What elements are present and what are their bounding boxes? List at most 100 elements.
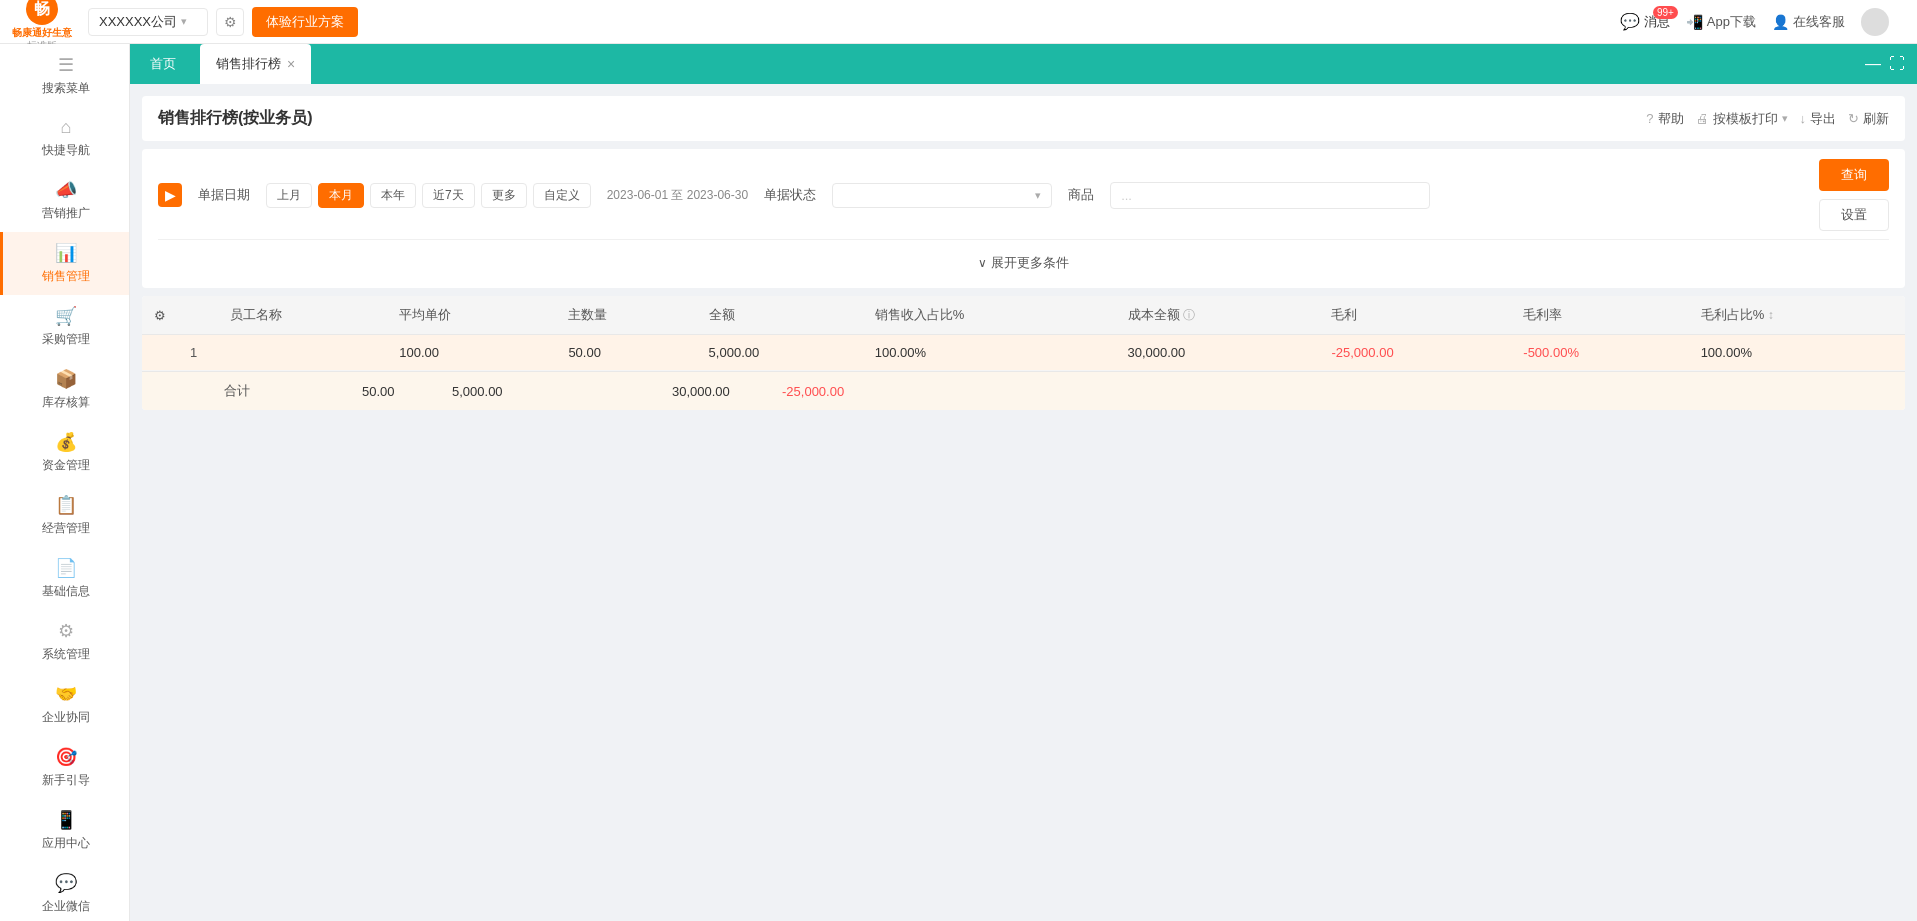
sidebar-icon-marketing: 📣 [55,179,77,201]
industry-button[interactable]: 体验行业方案 [252,7,358,37]
data-table: ⚙ 员工名称 平均单价 主数量 全额 销售收入占比% 成本全额 ⓘ 毛利 [142,296,1905,371]
message-icon: 💬 [1620,12,1640,31]
print-chevron-icon: ▾ [1782,112,1788,125]
sidebar-item-marketing[interactable]: 📣 营销推广 [0,169,129,232]
cost-info-icon[interactable]: ⓘ [1183,308,1195,322]
status-select-chevron-icon: ▾ [1035,189,1041,202]
date-pill-上月[interactable]: 上月 [266,183,312,208]
export-button[interactable]: ↓ 导出 [1800,110,1837,128]
col-amount: 全额 [697,296,863,335]
app-download-button[interactable]: 📲 App下载 [1686,13,1756,31]
sidebar-label-app: 应用中心 [42,835,90,852]
page-header: 销售排行榜(按业务员) ? 帮助 🖨 按模板打印 ▾ ↓ [142,96,1905,141]
message-button[interactable]: 💬 消息 99+ [1620,12,1670,31]
date-pill-本月[interactable]: 本月 [318,183,364,208]
tab-close-icon[interactable]: × [287,56,295,72]
filter-area: ▶ 单据日期 上月本月本年近7天更多自定义 2023-06-01 至 2023-… [142,149,1905,288]
filter-arrow-button[interactable]: ▶ [158,183,182,207]
gross-ratio-info-icon[interactable]: ↕ [1768,308,1774,322]
sidebar-item-search[interactable]: ☰ 搜索菜单 [0,44,129,107]
sidebar-item-basic[interactable]: 📄 基础信息 [0,547,129,610]
settings-button[interactable]: ⚙ [216,8,244,36]
company-chevron-icon: ▾ [181,15,187,28]
sidebar-item-sales[interactable]: 📊 销售管理 [0,232,129,295]
sidebar-item-collab[interactable]: 🤝 企业协同 [0,673,129,736]
refresh-button[interactable]: ↻ 刷新 [1848,110,1889,128]
sidebar-icon-inventory: 📦 [55,368,77,390]
sidebar-item-guide[interactable]: 🎯 新手引导 [0,736,129,799]
sidebar-label-basic: 基础信息 [42,583,90,600]
sidebar-item-operation[interactable]: 📋 经营管理 [0,484,129,547]
table-footer: 合计 50.00 5,000.00 30,000.00 [142,371,1905,410]
sidebar-icon-app: 📱 [55,809,77,831]
sidebar-item-nav[interactable]: ⌂ 快捷导航 [0,107,129,169]
col-avg-price: 平均单价 [387,296,556,335]
online-service-button[interactable]: 👤 在线客服 [1772,13,1845,31]
sidebar-item-finance[interactable]: 💰 资金管理 [0,421,129,484]
query-actions: 查询 设置 [1819,159,1889,231]
sidebar-item-system[interactable]: ⚙ 系统管理 [0,610,129,673]
sidebar-icon-operation: 📋 [55,494,77,516]
refresh-icon: ↻ [1848,111,1859,126]
sidebar-icon-system: ⚙ [58,620,74,642]
table-header-row: ⚙ 员工名称 平均单价 主数量 全额 销售收入占比% 成本全额 ⓘ 毛利 [142,296,1905,335]
expand-more-button[interactable]: ∨ 展开更多条件 [158,248,1889,278]
sidebar-item-app[interactable]: 📱 应用中心 [0,799,129,862]
cell-settings [142,335,178,371]
sidebar-label-nav: 快捷导航 [42,142,90,159]
date-pill-本年[interactable]: 本年 [370,183,416,208]
date-pill-更多[interactable]: 更多 [481,183,527,208]
sidebar-icon-purchase: 🛒 [55,305,77,327]
avatar[interactable] [1861,8,1889,36]
help-icon: ? [1646,111,1653,126]
help-button[interactable]: ? 帮助 [1646,110,1683,128]
table-row: 1 100.00 50.00 5,000.00 100.00% 30,000.0… [142,335,1905,371]
sidebar-icon-finance: 💰 [55,431,77,453]
date-pills: 上月本月本年近7天更多自定义 [266,183,591,208]
tab-bar: 首页 销售排行榜 × — ⛶ [130,44,1917,84]
col-settings: ⚙ [142,296,178,335]
expand-icon: ∨ [978,256,987,270]
sidebar-label-inventory: 库存核算 [42,394,90,411]
sidebar-icon-sales: 📊 [55,242,77,264]
tab-home[interactable]: 首页 [130,44,196,84]
sidebar-icon-basic: 📄 [55,557,77,579]
print-button[interactable]: 🖨 按模板打印 ▾ [1696,110,1788,128]
page-title: 销售排行榜(按业务员) [158,108,313,129]
sidebar-label-operation: 经营管理 [42,520,90,537]
content-area: 首页 销售排行榜 × — ⛶ 销售排行榜(按业务员) ? [130,44,1917,921]
filter-arrow-icon: ▶ [165,187,176,203]
minimize-icon[interactable]: — [1865,55,1881,73]
sidebar-label-marketing: 营销推广 [42,205,90,222]
query-button[interactable]: 查询 [1819,159,1889,191]
sidebar-label-finance: 资金管理 [42,457,90,474]
company-selector[interactable]: XXXXXX公司 ▾ [88,8,208,36]
maximize-icon[interactable]: ⛶ [1889,55,1905,73]
sidebar-item-inventory[interactable]: 📦 库存核算 [0,358,129,421]
date-pill-近7天[interactable]: 近7天 [422,183,475,208]
sidebar-label-collab: 企业协同 [42,709,90,726]
online-service-label: 在线客服 [1793,13,1845,31]
print-icon: 🖨 [1696,111,1709,126]
settings-small-button[interactable]: 设置 [1819,199,1889,231]
status-filter-label: 单据状态 [764,186,816,204]
sidebar-item-purchase[interactable]: 🛒 采购管理 [0,295,129,358]
sidebar-label-wechat: 企业微信 [42,898,90,915]
col-cost: 成本全额 ⓘ [1116,296,1320,335]
col-name: 员工名称 [218,296,387,335]
sidebar-icon-guide: 🎯 [55,746,77,768]
tab-bar-right: — ⛶ [1865,55,1917,73]
goods-input[interactable]: ... [1110,182,1430,209]
export-label: 导出 [1810,110,1836,128]
cell-cost: 30,000.00 [1116,335,1320,371]
cell-amount: 5,000.00 [697,335,863,371]
tab-sales-ranking[interactable]: 销售排行榜 × [200,44,311,84]
footer-amount: 5,000.00 [452,384,552,399]
sidebar-item-wechat[interactable]: 💬 企业微信 [0,862,129,921]
status-select[interactable]: ▾ [832,183,1052,208]
date-pill-自定义[interactable]: 自定义 [533,183,591,208]
top-bar: 畅 畅康通好生意 标准版 XXXXXX公司 ▾ ⚙ 体验行业方案 💬 消息 99… [0,0,1917,44]
footer-quantity: 50.00 [362,384,452,399]
sidebar-icon-search: ☰ [58,54,74,76]
cell-sales-ratio: 100.00% [863,335,1116,371]
